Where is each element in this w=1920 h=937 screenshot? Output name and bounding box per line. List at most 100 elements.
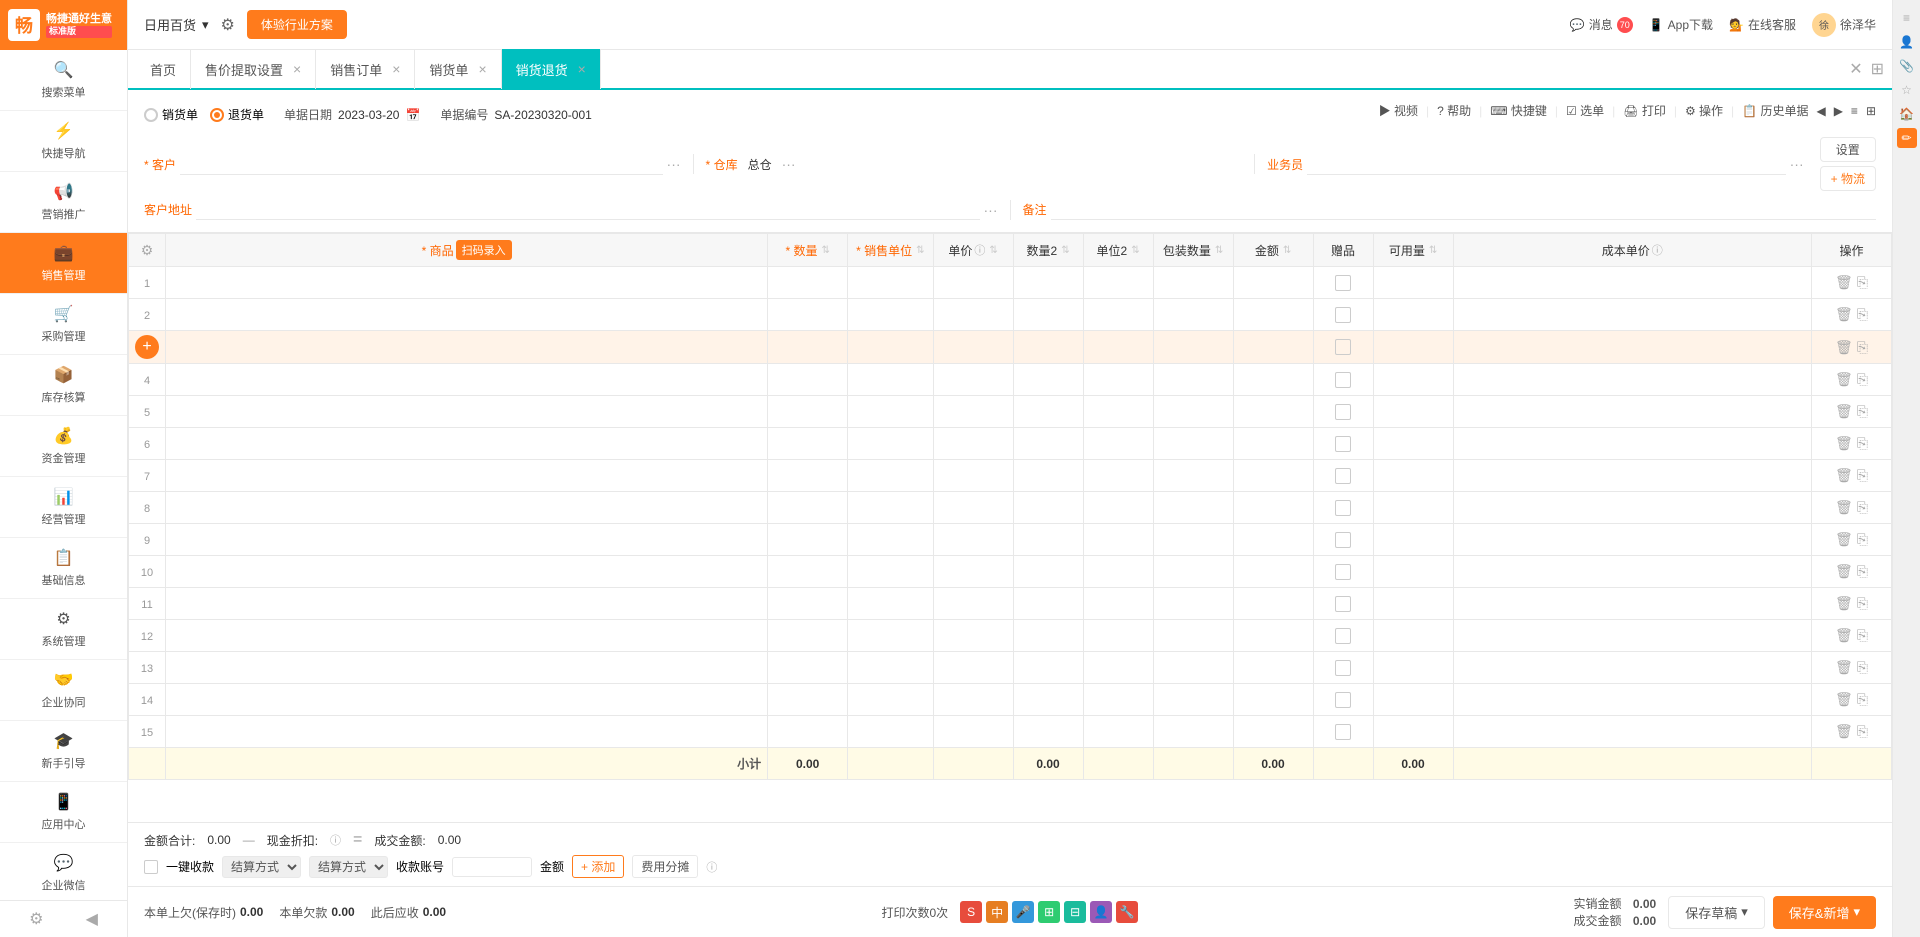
delete-icon-9[interactable]: 🗑 (1835, 531, 1853, 548)
calendar-icon[interactable]: 📅 (405, 108, 420, 122)
tab-home[interactable]: 首页 (136, 49, 191, 89)
toolbar-select-btn[interactable]: ☑ 选单 (1566, 102, 1604, 119)
delete-icon-14[interactable]: 🗑 (1835, 691, 1853, 708)
warehouse-picker-btn[interactable]: ··· (782, 156, 796, 172)
calc-select[interactable]: 结算方式 (309, 856, 388, 878)
gift-checkbox-3[interactable] (1335, 339, 1351, 355)
gift-checkbox-6[interactable] (1335, 436, 1351, 452)
add-payment-button[interactable]: + 添加 (572, 855, 624, 878)
table-gear-icon[interactable]: ⚙ (141, 242, 154, 258)
experience-button[interactable]: 体验行业方案 (247, 10, 347, 39)
customer-picker-btn[interactable]: ··· (667, 156, 681, 172)
tab-maximize-btn[interactable]: ⊞ (1871, 59, 1884, 79)
delete-icon-8[interactable]: 🗑 (1835, 499, 1853, 516)
copy-icon-7[interactable]: ⎘ (1857, 467, 1868, 484)
cost-info-icon[interactable]: ⓘ (1652, 242, 1663, 258)
header-gear-btn[interactable]: ⚙ (221, 15, 235, 35)
account-input[interactable] (452, 857, 532, 877)
tab-price-settings[interactable]: 售价提取设置 × (191, 49, 316, 89)
delete-icon-7[interactable]: 🗑 (1835, 467, 1853, 484)
gift-checkbox-12[interactable] (1335, 628, 1351, 644)
copy-icon-4[interactable]: ⎘ (1857, 371, 1868, 388)
gift-checkbox-7[interactable] (1335, 468, 1351, 484)
icon-table[interactable]: ⊟ (1064, 901, 1086, 923)
copy-icon-10[interactable]: ⎘ (1857, 563, 1868, 580)
pack-sort-icon[interactable]: ⇅ (1215, 245, 1223, 256)
icon-person[interactable]: 👤 (1090, 901, 1112, 923)
right-panel-person-icon[interactable]: 👤 (1897, 32, 1917, 52)
unit-sort-icon[interactable]: ⇅ (916, 245, 924, 256)
delete-icon-11[interactable]: 🗑 (1835, 595, 1853, 612)
copy-icon-5[interactable]: ⎘ (1857, 403, 1868, 420)
toolbar-help-btn[interactable]: ? 帮助 (1437, 102, 1471, 119)
copy-icon-8[interactable]: ⎘ (1857, 499, 1868, 516)
settle-select[interactable]: 结算方式 (222, 856, 301, 878)
sidebar-item-purchase[interactable]: 🛒 采购管理 (0, 294, 127, 355)
gift-checkbox-11[interactable] (1335, 596, 1351, 612)
icon-tools[interactable]: 🔧 (1116, 901, 1138, 923)
sidebar-item-guide[interactable]: 🎓 新手引导 (0, 721, 127, 782)
copy-icon-6[interactable]: ⎘ (1857, 435, 1868, 452)
sidebar-item-weixin[interactable]: 💬 企业微信 (0, 843, 127, 900)
right-panel-home-icon[interactable]: 🏠 (1897, 104, 1917, 124)
toolbar-operation-btn[interactable]: ⚙ 操作 (1685, 102, 1723, 119)
tab-close-price-settings[interactable]: × (293, 61, 301, 77)
one-click-checkbox[interactable] (144, 860, 158, 874)
delete-icon-12[interactable]: 🗑 (1835, 627, 1853, 644)
toolbar-print-btn[interactable]: 🖨 打印 (1623, 102, 1666, 119)
address-picker-btn[interactable]: ··· (984, 202, 998, 218)
copy-icon-3[interactable]: ⎘ (1857, 339, 1868, 356)
sidebar-item-enterprise[interactable]: 🤝 企业协同 (0, 660, 127, 721)
tab-close-sales-invoice[interactable]: × (478, 61, 486, 77)
copy-icon-12[interactable]: ⎘ (1857, 627, 1868, 644)
delete-icon-2[interactable]: 🗑 (1835, 306, 1853, 323)
sidebar-item-system[interactable]: ⚙ 系统管理 (0, 599, 127, 660)
copy-icon-13[interactable]: ⎘ (1857, 659, 1868, 676)
sidebar-item-sales[interactable]: 💼 销售管理 (0, 233, 127, 294)
toolbar-shortcut-btn[interactable]: ⌨ 快捷键 (1490, 102, 1547, 119)
right-panel-clip-icon[interactable]: 📎 (1897, 56, 1917, 76)
avail-sort-icon[interactable]: ⇅ (1429, 245, 1437, 256)
gift-checkbox-8[interactable] (1335, 500, 1351, 516)
scan-button[interactable]: 扫码录入 (456, 240, 512, 260)
gift-checkbox-14[interactable] (1335, 692, 1351, 708)
fee-split-button[interactable]: 费用分摊 (632, 855, 698, 878)
user-profile-btn[interactable]: 徐 徐泽华 (1812, 13, 1876, 37)
icon-qr[interactable]: ⊞ (1038, 901, 1060, 923)
toolbar-history-btn[interactable]: 📋 历史单据 (1742, 102, 1808, 119)
save-draft-button[interactable]: 保存草稿 ▾ (1668, 896, 1765, 929)
radio-return[interactable]: 退货单 (210, 106, 264, 123)
copy-icon-9[interactable]: ⎘ (1857, 531, 1868, 548)
delete-icon-6[interactable]: 🗑 (1835, 435, 1853, 452)
tab-close-sales-return[interactable]: × (578, 61, 586, 77)
sidebar-item-marketing[interactable]: 📢 营销推广 (0, 172, 127, 233)
gift-checkbox-1[interactable] (1335, 275, 1351, 291)
copy-icon-15[interactable]: ⎘ (1857, 723, 1868, 740)
delete-icon-13[interactable]: 🗑 (1835, 659, 1853, 676)
tab-sales-invoice[interactable]: 销货单 × (415, 49, 501, 89)
gift-checkbox-4[interactable] (1335, 372, 1351, 388)
sidebar-item-finance[interactable]: 💰 资金管理 (0, 416, 127, 477)
sidebar-settings-btn[interactable]: ⚙ (29, 909, 43, 929)
delete-icon-5[interactable]: 🗑 (1835, 403, 1853, 420)
customer-input[interactable] (180, 154, 663, 175)
toolbar-next-btn[interactable]: ▶ (1834, 104, 1843, 118)
sidebar-item-quicknav[interactable]: ⚡ 快捷导航 (0, 111, 127, 172)
sidebar-item-apps[interactable]: 📱 应用中心 (0, 782, 127, 843)
sidebar-collapse-btn[interactable]: ◀ (86, 909, 98, 929)
gift-checkbox-10[interactable] (1335, 564, 1351, 580)
message-btn[interactable]: 💬 消息 70 (1570, 16, 1633, 33)
remark-input[interactable] (1051, 199, 1876, 220)
sidebar-item-inventory[interactable]: 📦 库存核算 (0, 355, 127, 416)
amount-sort-icon[interactable]: ⇅ (1283, 245, 1291, 256)
sidebar-item-operations[interactable]: 📊 经营管理 (0, 477, 127, 538)
daily-dropdown[interactable]: 日用百货 ▾ (144, 15, 209, 34)
sidebar-item-search[interactable]: 🔍 搜索菜单 (0, 50, 127, 111)
unit2-sort-icon[interactable]: ⇅ (1131, 245, 1139, 256)
toolbar-video-btn[interactable]: ▶ 视频 (1379, 102, 1418, 119)
toolbar-list-view-btn[interactable]: ≡ (1851, 104, 1858, 118)
right-panel-star-icon[interactable]: ☆ (1897, 80, 1917, 100)
icon-s[interactable]: S (960, 901, 982, 923)
right-panel-list-icon[interactable]: ≡ (1897, 8, 1917, 28)
add-row-button[interactable]: + (135, 335, 159, 359)
